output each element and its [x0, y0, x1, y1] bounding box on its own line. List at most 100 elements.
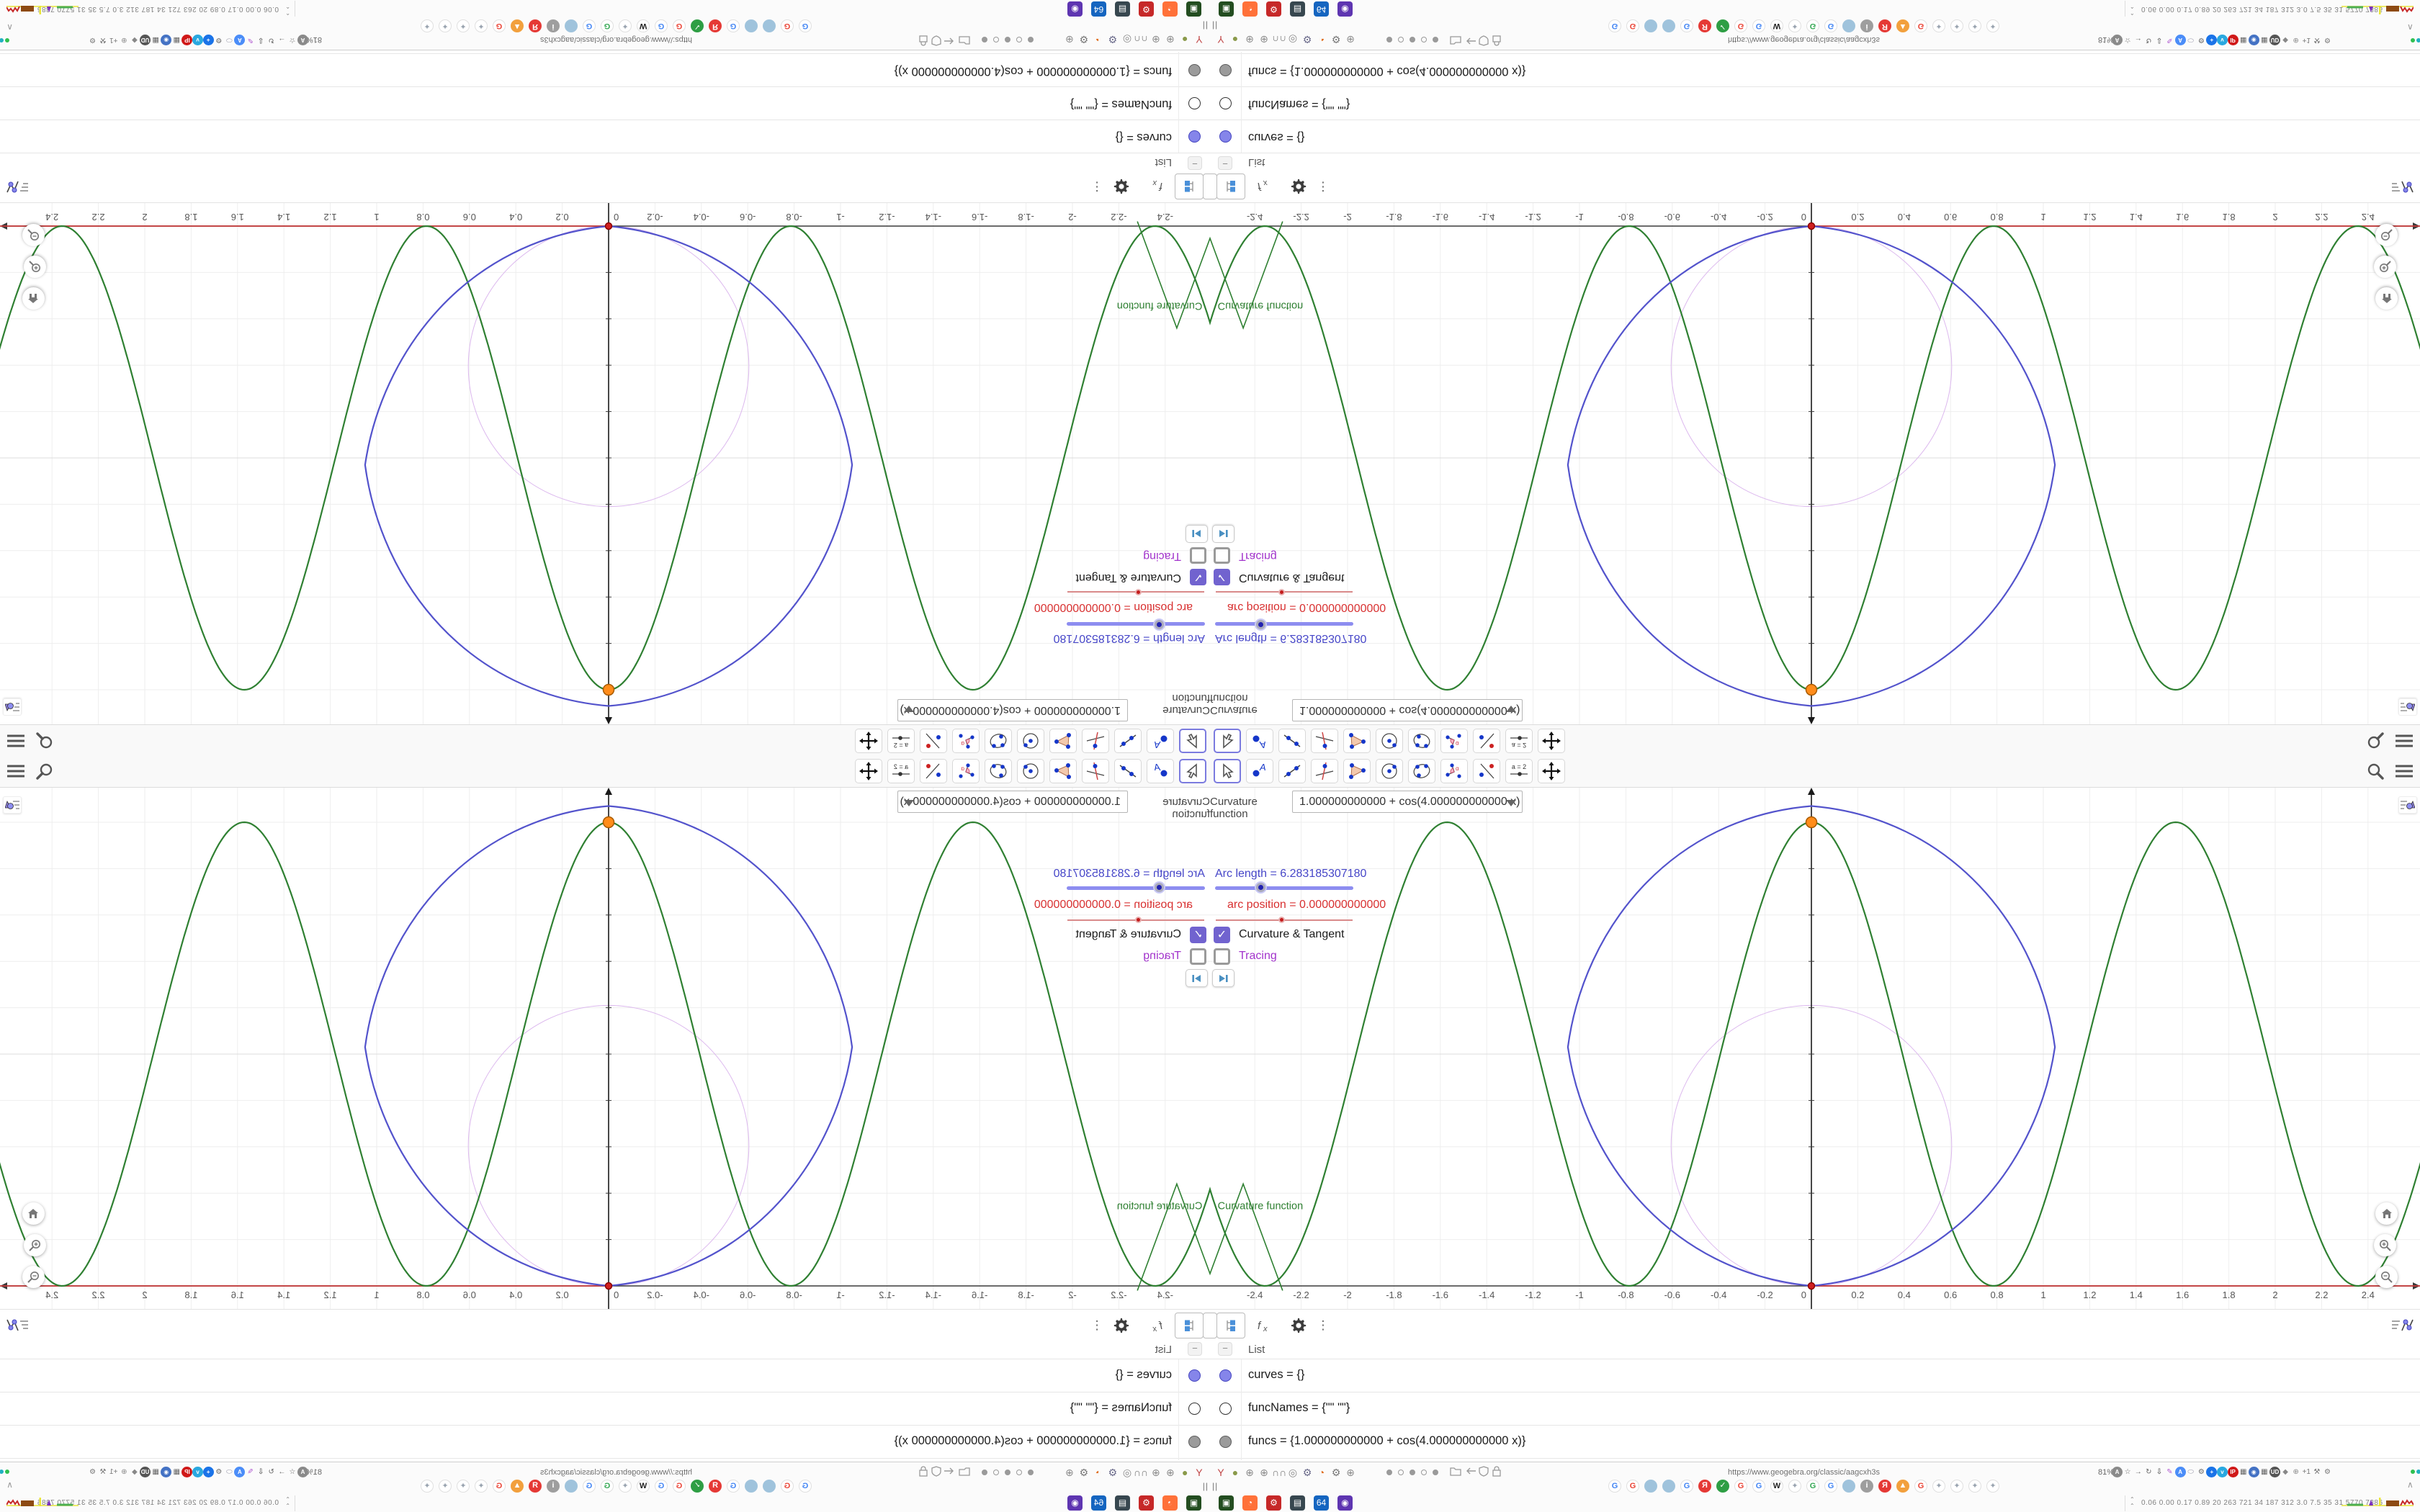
lock-icon[interactable]: [915, 1466, 928, 1479]
extension-icon[interactable]: A: [2174, 35, 2186, 45]
menu-icon[interactable]: [6, 733, 26, 749]
tab-favicon[interactable]: G: [601, 19, 614, 32]
browser-icon[interactable]: ◎: [1286, 1466, 1299, 1479]
tab-favicon[interactable]: ✦: [1788, 19, 1801, 32]
extension-icon[interactable]: UD: [2269, 35, 2280, 45]
tab-favicon[interactable]: G: [781, 1480, 794, 1493]
menu-icon[interactable]: [6, 763, 26, 779]
tab-favicon[interactable]: ✦: [1932, 19, 1945, 32]
radio-dot[interactable]: [1421, 37, 1427, 42]
visibility-dot-curves[interactable]: [1188, 1369, 1201, 1382]
tab-favicon[interactable]: G: [1752, 19, 1765, 32]
move-tool-button[interactable]: [1214, 759, 1241, 783]
radio-dot[interactable]: [982, 37, 987, 42]
extension-icon[interactable]: +: [202, 1467, 214, 1477]
circle-tool-button[interactable]: [1017, 759, 1044, 783]
arc-position-slider-knob[interactable]: [1278, 917, 1285, 923]
tab-favicon[interactable]: i: [1860, 19, 1873, 32]
graphics-settings-button[interactable]: [3, 698, 22, 716]
folder-icon[interactable]: [1450, 33, 1463, 46]
slider-tool-button[interactable]: a = 2: [1505, 759, 1533, 783]
taskbar-app-icon[interactable]: ⚙: [1266, 1, 1281, 17]
browser-icon[interactable]: ⊕: [1258, 33, 1270, 46]
polygon-tool-button[interactable]: [1049, 729, 1077, 753]
taskbar-app-icon[interactable]: ▤: [1290, 1, 1305, 17]
taskbar-app-icon[interactable]: ▣: [1219, 1495, 1234, 1511]
tab-favicon[interactable]: Я: [1878, 19, 1891, 32]
extension-icon[interactable]: A: [2174, 1467, 2186, 1477]
extension-icon[interactable]: ⚙: [2196, 1467, 2207, 1477]
arc-position-slider-knob[interactable]: [1135, 917, 1142, 923]
radio-dot[interactable]: [1410, 37, 1415, 42]
zoom-level-badge[interactable]: 81%: [306, 1468, 322, 1477]
extension-icon[interactable]: ↻: [266, 1467, 277, 1477]
extension-icon[interactable]: ⚙: [213, 35, 224, 45]
taskbar-app-icon[interactable]: ⚙: [1266, 1495, 1281, 1511]
tab-favicon[interactable]: ✦: [1986, 1480, 1999, 1493]
tab-favicon[interactable]: G: [1626, 19, 1639, 32]
arc-position-slider-knob[interactable]: [1135, 589, 1142, 595]
tab-favicon[interactable]: G: [781, 19, 794, 32]
extension-icon[interactable]: ⚒: [98, 1467, 109, 1477]
perpendicular-line-tool-button[interactable]: [1311, 729, 1338, 753]
algebra-row-funcs[interactable]: funcs = {1.000000000000 + cos(4.00000000…: [0, 1426, 1210, 1459]
graphics-settings-button[interactable]: [2398, 796, 2417, 814]
tab-favicon[interactable]: ✦: [421, 1480, 434, 1493]
tab-favicon[interactable]: ✦: [439, 19, 452, 32]
tab-favicon[interactable]: G: [583, 1480, 596, 1493]
browser-icon[interactable]: ∩∩: [1272, 1466, 1286, 1479]
taskbar-app-icon[interactable]: ▤: [1115, 1, 1130, 17]
tab-favicon[interactable]: G: [673, 1480, 686, 1493]
tab-favicon[interactable]: ✦: [1986, 19, 1999, 32]
algebra-view-button[interactable]: [3, 1313, 32, 1338]
reflect-tool-button[interactable]: [920, 729, 947, 753]
extension-icon[interactable]: ⊕: [119, 35, 130, 45]
radio-dot[interactable]: [982, 1470, 987, 1475]
taskbar-app-icon[interactable]: ◔: [1162, 1, 1178, 17]
extension-icon[interactable]: ◉: [2248, 1467, 2259, 1477]
move-view-tool-button[interactable]: [855, 729, 882, 753]
collapse-button[interactable]: −: [1218, 156, 1232, 170]
extension-icon[interactable]: IP: [2227, 1467, 2238, 1477]
extension-icon[interactable]: +: [2206, 1467, 2218, 1477]
tab-favicon[interactable]: G: [493, 1480, 506, 1493]
browser-icon[interactable]: Y: [1193, 1466, 1206, 1479]
polygon-tool-button[interactable]: [1049, 759, 1077, 783]
extension-icon[interactable]: ✎: [245, 1467, 256, 1477]
polygon-tool-button[interactable]: [1343, 759, 1371, 783]
taskbar-app-icon[interactable]: 64: [1314, 1, 1329, 17]
tab-favicon[interactable]: G: [1806, 19, 1819, 32]
browser-icon[interactable]: ⊕: [1243, 33, 1256, 46]
skip-to-end-button[interactable]: [1186, 525, 1208, 543]
circle-tool-button[interactable]: [1376, 729, 1403, 753]
perpendicular-line-tool-button[interactable]: [1082, 729, 1109, 753]
extension-icon[interactable]: UD: [140, 1467, 151, 1477]
visibility-dot-funcs[interactable]: [1188, 1436, 1201, 1448]
extension-icon[interactable]: ▦: [2238, 1467, 2249, 1477]
taskbar-app-icon[interactable]: ▣: [1219, 1, 1234, 17]
tracing-checkbox[interactable]: [1214, 948, 1230, 965]
algebra-row-funcnames[interactable]: funcNames = {"" ""}: [1210, 1392, 2420, 1426]
taskbar-app-icon[interactable]: ▤: [1290, 1495, 1305, 1511]
angle-tool-button[interactable]: α: [1440, 729, 1468, 753]
extension-icon[interactable]: ⚙: [2322, 1467, 2333, 1477]
tab-favicon[interactable]: ▲: [1896, 19, 1909, 32]
tracing-checkbox[interactable]: [1214, 547, 1230, 564]
tab-favicon[interactable]: ✦: [1968, 1480, 1981, 1493]
extension-icon[interactable]: →: [2133, 35, 2143, 45]
tab-favicon[interactable]: Я: [709, 19, 722, 32]
extension-icon[interactable]: ▦: [2259, 35, 2269, 45]
extension-icon[interactable]: ⚒: [2311, 35, 2322, 45]
arc-length-slider[interactable]: [1215, 883, 1353, 893]
algebra-row-funcs[interactable]: funcs = {1.000000000000 + cos(4.00000000…: [1210, 1426, 2420, 1459]
graphics-view[interactable]: -2.4 -2.2 -2 -1.8 -1.6 -1.4 -1.2 -1 -0.8 -0.6 -0.4…: [0, 203, 1210, 737]
browser-icon[interactable]: ●: [1178, 1466, 1191, 1479]
tab-favicon[interactable]: Я: [709, 1480, 722, 1493]
arc-position-point[interactable]: [1807, 222, 1816, 230]
settings-button[interactable]: [1284, 1313, 1313, 1338]
algebra-row-funcs[interactable]: funcs = {1.000000000000 + cos(4.00000000…: [0, 53, 1210, 86]
menu-icon[interactable]: [2394, 733, 2414, 749]
taskbar-app-icon[interactable]: ⚙: [1139, 1495, 1154, 1511]
algebra-view-button[interactable]: [3, 174, 32, 199]
extension-icon[interactable]: A: [297, 1467, 308, 1477]
